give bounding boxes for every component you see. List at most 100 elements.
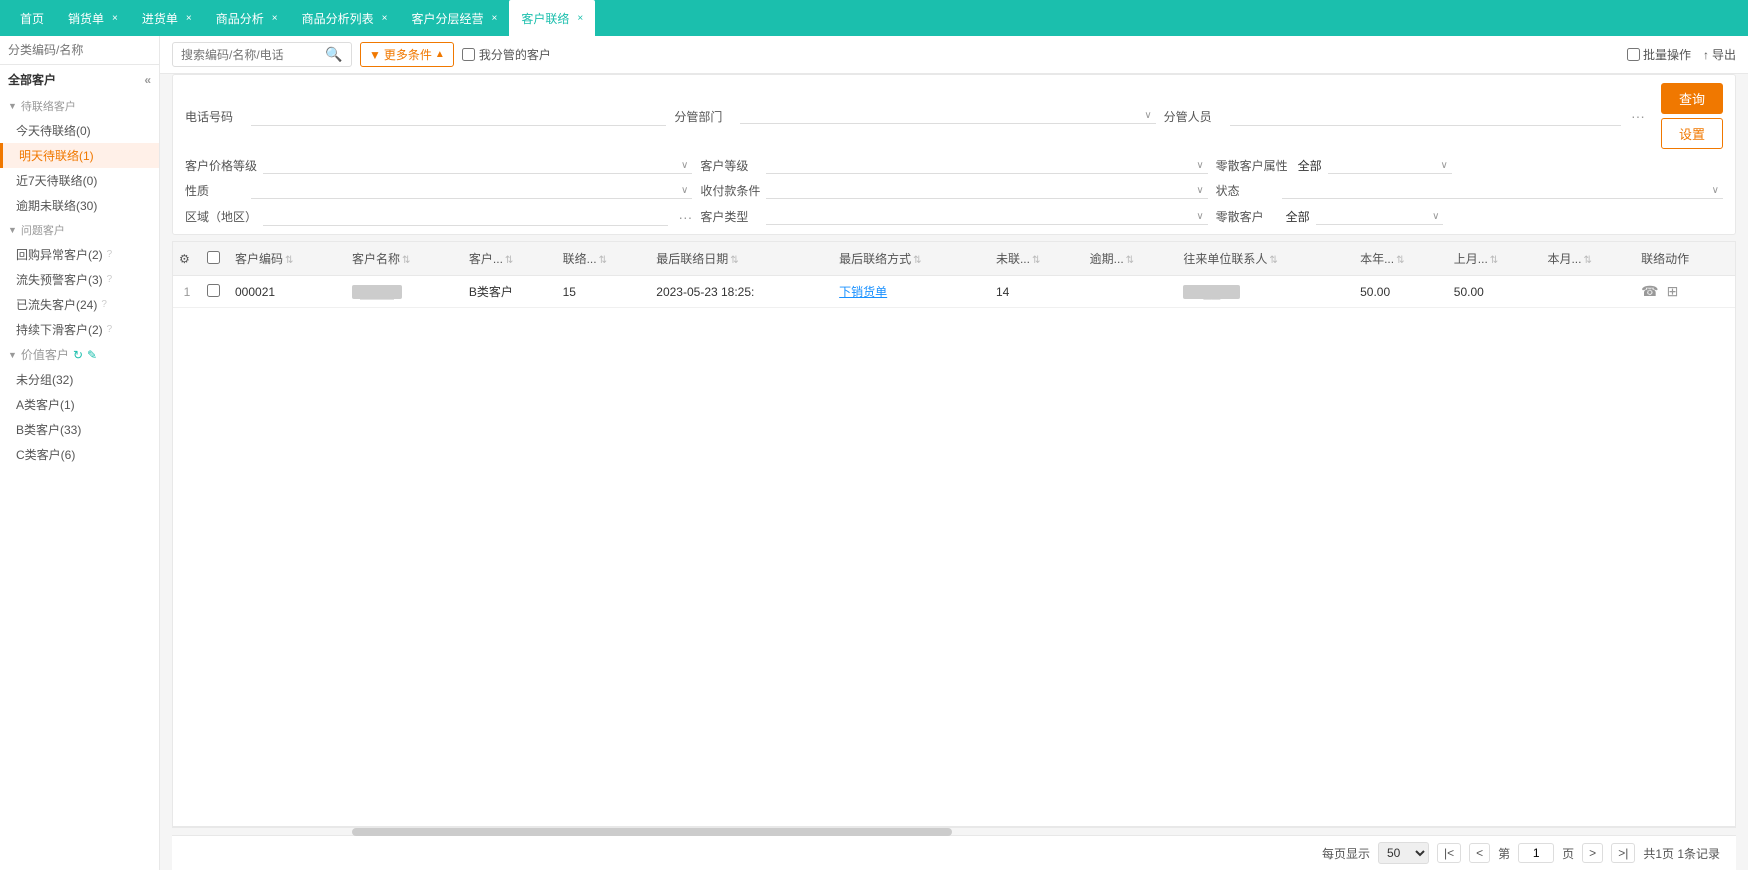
- sort-last-date-icon[interactable]: ⇅: [730, 255, 738, 266]
- nav-sales-order[interactable]: 销货单 ×: [56, 0, 130, 36]
- scatter-customer-select[interactable]: ∨: [1316, 209, 1444, 225]
- batch-operation-btn[interactable]: 批量操作: [1627, 46, 1691, 63]
- close-customer-contact-icon[interactable]: ×: [577, 13, 583, 24]
- sort-this-month-icon[interactable]: ⇅: [1583, 255, 1591, 266]
- prev-page-btn[interactable]: <: [1469, 843, 1490, 863]
- phone-label: 电话号码: [185, 108, 245, 125]
- settings-button[interactable]: 设置: [1661, 118, 1723, 149]
- all-customers-header[interactable]: 全部客户 «: [0, 65, 159, 94]
- refresh-value-icon[interactable]: ↻: [73, 348, 83, 362]
- sidebar-item-churn-warning[interactable]: 流失预警客户(3) ?: [0, 267, 159, 292]
- sidebar-item-declining[interactable]: 持续下滑客户(2) ?: [0, 317, 159, 342]
- more-filter-btn[interactable]: ▼ 更多条件 ▲: [360, 42, 454, 67]
- row-contact-count: 15: [557, 276, 651, 308]
- customer-level-select[interactable]: ∨: [766, 158, 1207, 174]
- sidebar-item-tomorrow-contact[interactable]: 明天待联络(1): [0, 143, 159, 168]
- page-size-select[interactable]: 50 10 20 100: [1378, 842, 1429, 864]
- region-input[interactable]: [263, 207, 668, 226]
- nav-purchase-order[interactable]: 进货单 ×: [130, 0, 204, 36]
- help-icon: ?: [107, 274, 113, 285]
- page-number-input[interactable]: [1518, 843, 1554, 863]
- row-num: 1: [173, 276, 201, 308]
- manager-input[interactable]: [1230, 107, 1621, 126]
- payment-terms-select[interactable]: ∨: [766, 183, 1207, 199]
- sort-contact-person-icon[interactable]: ⇅: [1269, 255, 1277, 266]
- nav-customer-contact[interactable]: 客户联络 ×: [509, 0, 595, 36]
- main-search-icon[interactable]: 🔍: [325, 46, 342, 63]
- sort-last-month-icon[interactable]: ⇅: [1490, 255, 1498, 266]
- first-page-btn[interactable]: |<: [1437, 843, 1461, 863]
- export-btn[interactable]: ↑ 导出: [1703, 46, 1736, 63]
- last-method-link[interactable]: 下销货单: [839, 285, 887, 299]
- nature-select[interactable]: ∨: [251, 183, 692, 199]
- col-settings[interactable]: ⚙: [173, 242, 201, 276]
- help-icon: ?: [107, 324, 113, 335]
- sidebar-search-input[interactable]: [8, 43, 160, 57]
- sort-code-icon[interactable]: ⇅: [285, 255, 293, 266]
- table-row: 1 000021 ████ B类客户 15 2023-05-23 18:25: …: [173, 276, 1735, 308]
- sidebar-item-7day-contact[interactable]: 近7天待联络(0): [0, 168, 159, 193]
- customer-type-label: 客户类型: [700, 208, 760, 225]
- edit-value-icon[interactable]: ✎: [87, 348, 97, 362]
- close-sales-order-icon[interactable]: ×: [112, 13, 118, 24]
- col-uncontacted: 未联...⇅: [990, 242, 1084, 276]
- scatter-attr-select[interactable]: ∨: [1328, 158, 1452, 174]
- action-grid-icon[interactable]: ⊞: [1667, 283, 1679, 300]
- sidebar-item-abnormal-repurchase[interactable]: 回购异常客户(2) ?: [0, 242, 159, 267]
- sidebar-item-class-a[interactable]: A类客户(1): [0, 392, 159, 417]
- search-wrap: 🔍: [172, 42, 352, 67]
- sidebar-item-today-contact[interactable]: 今天待联络(0): [0, 118, 159, 143]
- close-product-analysis-icon[interactable]: ×: [272, 13, 278, 24]
- filter-row-4: 区域（地区） ··· 客户类型 ∨ 零散客户 全部 ∨: [185, 207, 1723, 226]
- data-table-wrap: ⚙ 客户编码⇅ 客户名称⇅ 客户...⇅ 联络...⇅ 最后联络日期⇅ 最后联络…: [172, 241, 1736, 827]
- nav-product-analysis[interactable]: 商品分析 ×: [204, 0, 290, 36]
- dept-select[interactable]: ∨: [740, 108, 1155, 124]
- close-purchase-order-icon[interactable]: ×: [186, 13, 192, 24]
- page-unit: 页: [1562, 845, 1574, 862]
- sidebar-item-overdue-contact[interactable]: 逾期未联络(30): [0, 193, 159, 218]
- main-search-input[interactable]: [181, 48, 321, 62]
- filter-customer-type: 客户类型 ∨: [700, 208, 1207, 225]
- select-all-checkbox[interactable]: [207, 251, 220, 264]
- price-level-select[interactable]: ∨: [263, 158, 692, 174]
- query-button[interactable]: 查询: [1661, 83, 1723, 114]
- sidebar-item-class-b[interactable]: B类客户(33): [0, 417, 159, 442]
- action-phone-icon[interactable]: ☎: [1641, 283, 1658, 300]
- sort-name-icon[interactable]: ⇅: [402, 255, 410, 266]
- close-product-analysis-list-icon[interactable]: ×: [382, 13, 388, 24]
- customer-type-select[interactable]: ∨: [766, 209, 1207, 225]
- col-last-date: 最后联络日期⇅: [650, 242, 833, 276]
- phone-input[interactable]: [251, 107, 666, 126]
- filter-arrow-icon: ▲: [435, 49, 445, 60]
- region-dots-icon[interactable]: ···: [678, 209, 692, 225]
- row-last-month: 50.00: [1448, 276, 1542, 308]
- sort-uncontacted-icon[interactable]: ⇅: [1032, 255, 1040, 266]
- sort-contact-count-icon[interactable]: ⇅: [599, 255, 607, 266]
- customer-level-label: 客户等级: [700, 157, 760, 174]
- row-checkbox[interactable]: [207, 284, 220, 297]
- sidebar-item-ungrouped[interactable]: 未分组(32): [0, 367, 159, 392]
- sort-type-icon[interactable]: ⇅: [505, 255, 513, 266]
- batch-checkbox[interactable]: [1627, 48, 1640, 61]
- my-customer-checkbox[interactable]: [462, 48, 475, 61]
- sort-this-year-icon[interactable]: ⇅: [1396, 255, 1404, 266]
- sidebar-item-class-c[interactable]: C类客户(6): [0, 442, 159, 467]
- horizontal-scrollbar[interactable]: [172, 827, 1736, 835]
- sort-overdue-icon[interactable]: ⇅: [1126, 255, 1134, 266]
- sidebar-item-churned[interactable]: 已流失客户(24) ?: [0, 292, 159, 317]
- nav-home[interactable]: 首页: [8, 0, 56, 36]
- payment-terms-label: 收付款条件: [700, 182, 760, 199]
- manager-dots-icon[interactable]: ···: [1631, 108, 1645, 124]
- collapse-icon[interactable]: «: [144, 73, 151, 87]
- scrollbar-thumb[interactable]: [352, 828, 952, 836]
- filter-payment-terms: 收付款条件 ∨: [700, 182, 1207, 199]
- nav-product-analysis-list[interactable]: 商品分析列表 ×: [290, 0, 400, 36]
- close-customer-segmentation-icon[interactable]: ×: [491, 13, 497, 24]
- last-page-btn[interactable]: >|: [1611, 843, 1635, 863]
- section-value-customers: 价值客户 ↻ ✎: [0, 342, 159, 367]
- status-arrow-icon: ∨: [1712, 185, 1719, 196]
- sort-last-method-icon[interactable]: ⇅: [913, 255, 921, 266]
- next-page-btn[interactable]: >: [1582, 843, 1603, 863]
- status-select[interactable]: ∨: [1282, 183, 1723, 199]
- nav-customer-segmentation[interactable]: 客户分层经营 ×: [399, 0, 509, 36]
